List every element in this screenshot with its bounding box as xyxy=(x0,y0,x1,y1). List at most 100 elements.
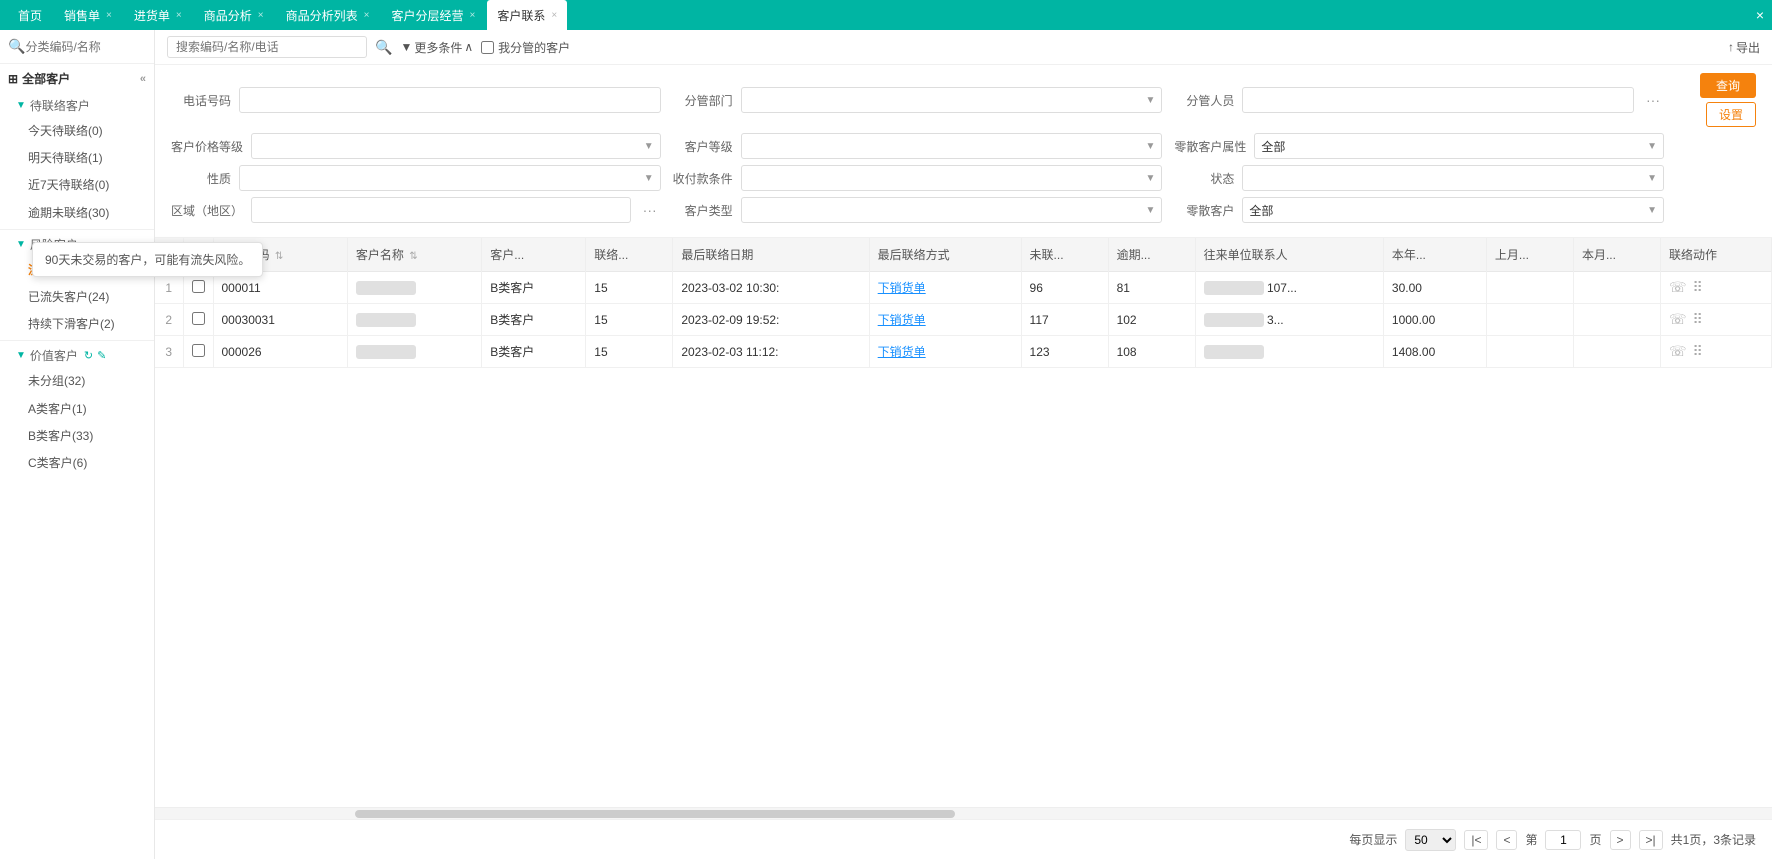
sidebar-search-input[interactable] xyxy=(25,40,155,54)
retail-select[interactable]: 全部 ▼ xyxy=(1242,197,1664,223)
table-footer: 每页显示 50 100 200 |< < 第 页 > >| 共1页，3条记录 xyxy=(155,819,1772,859)
nav-tab-product-analysis[interactable]: 商品分析 × xyxy=(194,0,274,30)
row-2-num: 2 xyxy=(155,304,183,336)
nav-tab-sales[interactable]: 销售单 × xyxy=(54,0,122,30)
close-all-btn[interactable]: × xyxy=(1756,7,1764,23)
close-list-tab[interactable]: × xyxy=(364,10,370,21)
advanced-filter-panel: 电话号码 分管部门 ▼ 分管人员 ··· xyxy=(155,65,1772,238)
sidebar-collapse-btn[interactable]: « xyxy=(140,73,146,85)
row-3-checkbox[interactable] xyxy=(192,344,205,357)
retail-label: 零散客户 xyxy=(1174,202,1234,219)
nav-tab-customer-mgr[interactable]: 客户分层经营 × xyxy=(381,0,485,30)
nav-tab-purchase[interactable]: 进货单 × xyxy=(124,0,192,30)
region-dots[interactable]: ··· xyxy=(639,202,661,218)
close-analysis-tab[interactable]: × xyxy=(258,10,264,21)
col-this-month-label: 本月... xyxy=(1582,248,1616,262)
row-3-last-type-link[interactable]: 下销货单 xyxy=(878,345,926,359)
row-2-contact-icon[interactable]: ☏ xyxy=(1669,311,1687,328)
sort-name-icon[interactable]: ⇅ xyxy=(409,251,417,262)
col-name-label: 客户名称 xyxy=(356,248,404,262)
payment-field: 收付款条件 ▼ xyxy=(673,165,1163,191)
close-mgr-tab[interactable]: × xyxy=(469,10,475,21)
sidebar-overdue-contact[interactable]: 逾期未联络(30) xyxy=(0,200,154,227)
row-2-last-type-link[interactable]: 下销货单 xyxy=(878,313,926,327)
row-2-action: ☏ ⠿ xyxy=(1660,304,1771,336)
row-2-more-icon[interactable]: ⠿ xyxy=(1693,311,1703,328)
first-page-btn[interactable]: |< xyxy=(1464,830,1488,850)
more-conditions-btn[interactable]: ▼ 更多条件 ∧ xyxy=(400,39,473,56)
col-action: 联络动作 xyxy=(1660,238,1771,272)
my-customers-check[interactable] xyxy=(481,41,494,54)
prev-page-btn[interactable]: < xyxy=(1496,830,1517,850)
export-button[interactable]: ↑ 导出 xyxy=(1728,39,1760,56)
staff-select[interactable] xyxy=(1242,87,1634,113)
col-last-date: 最后联络日期 xyxy=(673,238,869,272)
price-level-select[interactable]: ▼ xyxy=(251,133,661,159)
close-sales-tab[interactable]: × xyxy=(106,10,112,21)
row-3-more-icon[interactable]: ⠿ xyxy=(1693,343,1703,360)
value-edit-icon[interactable]: ✎ xyxy=(97,349,106,362)
status-select[interactable]: ▼ xyxy=(1242,165,1664,191)
filter-search-icon[interactable]: 🔍 xyxy=(375,39,392,56)
value-customer-group[interactable]: ▼ 价值客户 ↻ ✎ xyxy=(0,343,154,368)
row-2-checkbox-cell[interactable] xyxy=(183,304,213,336)
sidebar-ungrouped[interactable]: 未分组(32) xyxy=(0,368,154,395)
value-refresh-icon[interactable]: ↻ xyxy=(84,349,93,362)
sidebar-churned[interactable]: 已流失客户(24) xyxy=(0,284,154,311)
nav-home[interactable]: 首页 xyxy=(8,7,52,24)
retail-attr-select[interactable]: 全部 ▼ xyxy=(1254,133,1664,159)
row-1-last-type-link[interactable]: 下销货单 xyxy=(878,281,926,295)
row-3-checkbox-cell[interactable] xyxy=(183,336,213,368)
region-label: 区域（地区） xyxy=(171,202,243,219)
sidebar-week-contact[interactable]: 近7天待联络(0) xyxy=(0,172,154,199)
page-size-select[interactable]: 50 100 200 xyxy=(1405,829,1456,851)
staff-label: 分管人员 xyxy=(1174,92,1234,109)
customer-level-select[interactable]: ▼ xyxy=(741,133,1163,159)
settings-button[interactable]: 设置 xyxy=(1706,102,1756,127)
customer-type-select[interactable]: ▼ xyxy=(741,197,1163,223)
sort-code-icon[interactable]: ⇅ xyxy=(275,251,283,262)
row-3-contact-icon[interactable]: ☏ xyxy=(1669,343,1687,360)
gender-select[interactable]: ▼ xyxy=(239,165,661,191)
my-customers-checkbox[interactable]: 我分管的客户 xyxy=(481,39,570,56)
sidebar-c-class[interactable]: C类客户(6) xyxy=(0,450,154,477)
scrollbar-thumb[interactable] xyxy=(355,810,955,818)
close-purchase-tab[interactable]: × xyxy=(176,10,182,21)
page-number-input[interactable] xyxy=(1545,830,1581,850)
phone-input[interactable] xyxy=(239,87,661,113)
row-3-last-type[interactable]: 下销货单 xyxy=(869,336,1021,368)
row-2-overdue: 102 xyxy=(1108,304,1195,336)
row-2-last-type[interactable]: 下销货单 xyxy=(869,304,1021,336)
sidebar-tomorrow-contact[interactable]: 明天待联络(1) xyxy=(0,145,154,172)
staff-dots[interactable]: ··· xyxy=(1642,92,1664,108)
sidebar-a-class[interactable]: A类客户(1) xyxy=(0,396,154,423)
filter-row-4: 区域（地区） ··· 客户类型 ▼ 零散客户 全部 ▼ xyxy=(171,197,1756,223)
next-page-btn[interactable]: > xyxy=(1610,830,1631,850)
row-1-contact-icon[interactable]: ☏ xyxy=(1669,279,1687,296)
sidebar-b-class[interactable]: B类客户(33) xyxy=(0,423,154,450)
sidebar-today-contact[interactable]: 今天待联络(0) xyxy=(0,118,154,145)
row-1-checkbox[interactable] xyxy=(192,280,205,293)
close-contact-tab[interactable]: × xyxy=(551,10,557,21)
row-2-code: 00030031 xyxy=(213,304,347,336)
payment-select[interactable]: ▼ xyxy=(741,165,1163,191)
horizontal-scrollbar[interactable] xyxy=(155,807,1772,819)
row-2-checkbox[interactable] xyxy=(192,312,205,325)
dept-select[interactable]: ▼ xyxy=(741,87,1163,113)
row-3-this-month xyxy=(1573,336,1660,368)
sidebar-search-area: 🔍 xyxy=(0,30,154,64)
nav-tab-customer-contact[interactable]: 客户联系 × xyxy=(487,0,567,30)
export-icon: ↑ xyxy=(1728,40,1734,54)
nav-tab-product-list[interactable]: 商品分析列表 × xyxy=(276,0,380,30)
row-1-last-type[interactable]: 下销货单 xyxy=(869,272,1021,304)
all-customers-header[interactable]: ⊞ 全部客户 « xyxy=(0,64,154,93)
pending-contact-group[interactable]: ▼ 待联络客户 xyxy=(0,93,154,118)
query-button[interactable]: 查询 xyxy=(1700,73,1756,98)
last-page-btn[interactable]: >| xyxy=(1639,830,1663,850)
phone-label: 电话号码 xyxy=(171,92,231,109)
region-input[interactable] xyxy=(251,197,631,223)
sidebar-declining[interactable]: 持续下滑客户(2) xyxy=(0,311,154,338)
dept-label: 分管部门 xyxy=(673,92,733,109)
filter-search-input[interactable] xyxy=(167,36,367,58)
row-1-more-icon[interactable]: ⠿ xyxy=(1693,279,1703,296)
